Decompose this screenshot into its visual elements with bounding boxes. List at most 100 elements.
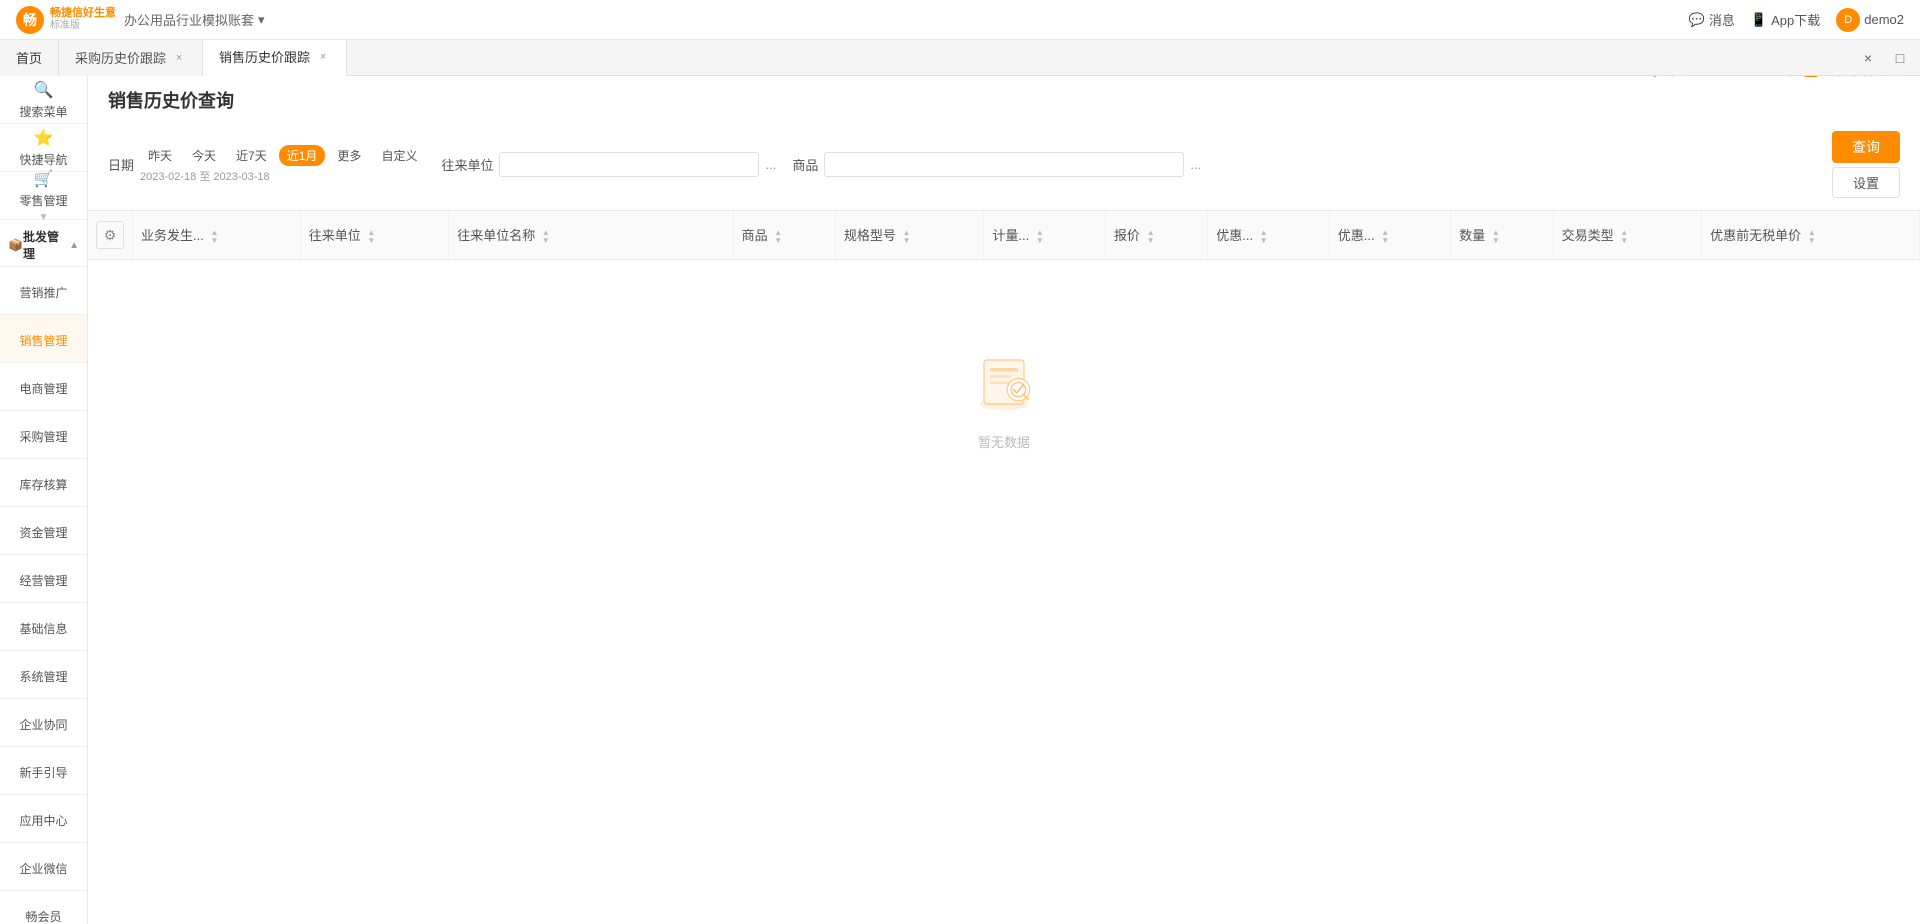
goods-filter-group: 商品 ... [792,152,1201,177]
partner-input-group: ... [499,152,776,177]
sidebar-item-finance[interactable]: 资金管理 [0,507,87,555]
sidebar-item-retail-label: 零售管理 [19,192,67,209]
col-unit[interactable]: 计量... ▲▼ [984,211,1106,260]
sidebar-item-operations[interactable]: 经营管理 [0,555,87,603]
col-spec[interactable]: 规格型号 ▲▼ [835,211,984,260]
top-bar-left: 畅 畅捷信好生意 标准版 办公用品行业模拟账套 ▾ [16,6,265,34]
partner-input[interactable] [499,152,759,177]
settings-button[interactable]: 设置 [1832,167,1900,198]
sort-icon-partner-name: ▲▼ [542,229,550,245]
sidebar-item-enterprise-collab-label: 企业协同 [19,716,67,733]
col-business-date[interactable]: 业务发生... ▲▼ [133,211,301,260]
message-button[interactable]: 💬 消息 [1689,10,1735,29]
tab-purchase-history[interactable]: 采购历史价跟踪 × [59,40,203,76]
maximize-window-button[interactable]: □ [1888,46,1912,70]
query-button[interactable]: 查询 [1832,131,1900,163]
logo-text: 畅捷信好生意 标准版 [50,7,116,32]
sidebar-item-search[interactable]: 🔍 搜索菜单 [0,76,87,124]
date-option-yesterday[interactable]: 昨天 [140,145,180,166]
sort-icon-quantity: ▲▼ [1492,229,1500,245]
col-partner-code[interactable]: 往来单位 ▲▼ [300,211,449,260]
page-title: 销售历史价查询 [108,87,1900,113]
sidebar-item-member[interactable]: 畅会员 [0,891,87,924]
only-last-checkbox[interactable]: ✓ 只看最后一次 [1804,76,1900,79]
sidebar-item-inventory-label: 库存核算 [19,476,67,493]
sales-history-tab-close[interactable]: × [316,50,330,64]
date-option-7days[interactable]: 近7天 [228,145,275,166]
date-option-today[interactable]: 今天 [184,145,224,166]
sort-icon-spec: ▲▼ [903,229,911,245]
col-partner-name[interactable]: 往来单位名称 ▲▼ [449,211,733,260]
sidebar-item-basic-info[interactable]: 基础信息 [0,603,87,651]
app-title-dropdown[interactable]: 办公用品行业模拟账套 ▾ [124,10,265,29]
logo-area: 畅 畅捷信好生意 标准版 [16,6,116,34]
col-goods[interactable]: 商品 ▲▼ [733,211,835,260]
col-pre-tax-price[interactable]: 优惠前无税单价 ▲▼ [1702,211,1920,260]
table-container: ⚙ 业务发生... ▲▼ 往来单位 ▲▼ 往来单位名称 ▲▼ [88,211,1920,924]
help-icon: ❓ [1647,76,1663,78]
help-link[interactable]: ❓ 帮助 [1647,76,1692,79]
sidebar-item-system-label: 系统管理 [19,668,67,685]
table-header-row: ⚙ 业务发生... ▲▼ 往来单位 ▲▼ 往来单位名称 ▲▼ [88,211,1920,260]
date-option-more[interactable]: 更多 [329,145,369,166]
date-option-custom[interactable]: 自定义 [373,145,425,166]
partner-filter-label: 往来单位 [441,155,493,174]
empty-state-icon [964,340,1044,420]
purchase-history-tab-label: 采购历史价跟踪 [75,48,166,67]
retail-icon: 🛒 [34,169,54,189]
logo-icon: 畅 [16,6,44,34]
col-discount2[interactable]: 优惠... ▲▼ [1329,211,1451,260]
empty-state-text: 暂无数据 [978,432,1030,451]
home-tab-label: 首页 [16,48,42,67]
user-menu[interactable]: D demo2 [1836,8,1904,32]
content-area: ❓ 帮助 ↻ 导入 ↓ 导出 ✓ 只看最后一次 销售历史价查询 [88,76,1920,924]
export-link[interactable]: ↓ 导出 [1756,76,1792,79]
tab-home[interactable]: 首页 [0,40,59,76]
goods-input[interactable] [824,152,1184,177]
sidebar-item-enterprise-wechat[interactable]: 企业微信 [0,843,87,891]
action-buttons: 查询 设置 [1832,131,1900,198]
sidebar-item-system[interactable]: 系统管理 [0,651,87,699]
sidebar-item-guide[interactable]: 新手引导 [0,747,87,795]
sidebar-item-basic-info-label: 基础信息 [19,620,67,637]
sort-icon-transaction-type: ▲▼ [1620,229,1628,245]
import-icon: ↻ [1705,76,1716,78]
sidebar-item-quick-nav[interactable]: ⭐ 快捷导航 [0,124,87,172]
col-quantity[interactable]: 数量 ▲▼ [1451,211,1553,260]
sidebar-item-retail[interactable]: 🛒 零售管理 ▼ [0,172,87,220]
top-bar: 畅 畅捷信好生意 标准版 办公用品行业模拟账套 ▾ 💬 消息 📱 App下载 D… [0,0,1920,40]
app-download-button[interactable]: 📱 App下载 [1751,10,1820,29]
col-quoted-price[interactable]: 报价 ▲▼ [1105,211,1207,260]
purchase-history-tab-close[interactable]: × [172,51,186,65]
date-filter-options-col: 昨天 今天 近7天 近1月 更多 自定义 2023-02-18 至 2023-0… [140,145,425,184]
sidebar-item-marketing[interactable]: 营销推广 [0,267,87,315]
sort-icon-unit: ▲▼ [1036,229,1044,245]
sidebar: 🔍 搜索菜单 ⭐ 快捷导航 🛒 零售管理 ▼ 📦 批发管理 ▲ 营销推广 销售管… [0,76,88,924]
col-transaction-type[interactable]: 交易类型 ▲▼ [1553,211,1702,260]
sidebar-item-app-center-label: 应用中心 [19,812,67,829]
goods-input-group: ... [824,152,1201,177]
sales-history-tab-label: 销售历史价跟踪 [219,47,310,66]
col-discount1[interactable]: 优惠... ▲▼ [1208,211,1330,260]
avatar: D [1836,8,1860,32]
sidebar-item-purchase[interactable]: 采购管理 [0,411,87,459]
sidebar-item-ecommerce-label: 电商管理 [19,380,67,397]
sidebar-item-sales-mgmt[interactable]: 销售管理 [0,315,87,363]
import-link[interactable]: ↻ 导入 [1705,76,1745,79]
sidebar-item-inventory[interactable]: 库存核算 [0,459,87,507]
sidebar-item-wholesale[interactable]: 📦 批发管理 ▲ [0,220,87,267]
partner-dots-button[interactable]: ... [765,157,776,172]
edition-badge: 标准版 [50,20,116,32]
goods-dots-button[interactable]: ... [1190,157,1201,172]
column-settings-button[interactable]: ⚙ [96,221,124,249]
date-option-1month[interactable]: 近1月 [279,145,326,166]
sort-icon-business-date: ▲▼ [210,229,218,245]
sidebar-item-purchase-label: 采购管理 [19,428,67,445]
page-header: ❓ 帮助 ↻ 导入 ↓ 导出 ✓ 只看最后一次 销售历史价查询 [88,76,1920,211]
tab-sales-history[interactable]: 销售历史价跟踪 × [203,40,347,76]
close-window-button[interactable]: × [1856,46,1880,70]
sidebar-item-ecommerce[interactable]: 电商管理 [0,363,87,411]
sidebar-item-enterprise-collab[interactable]: 企业协同 [0,699,87,747]
sidebar-item-marketing-label: 营销推广 [19,284,67,301]
sidebar-item-app-center[interactable]: 应用中心 [0,795,87,843]
